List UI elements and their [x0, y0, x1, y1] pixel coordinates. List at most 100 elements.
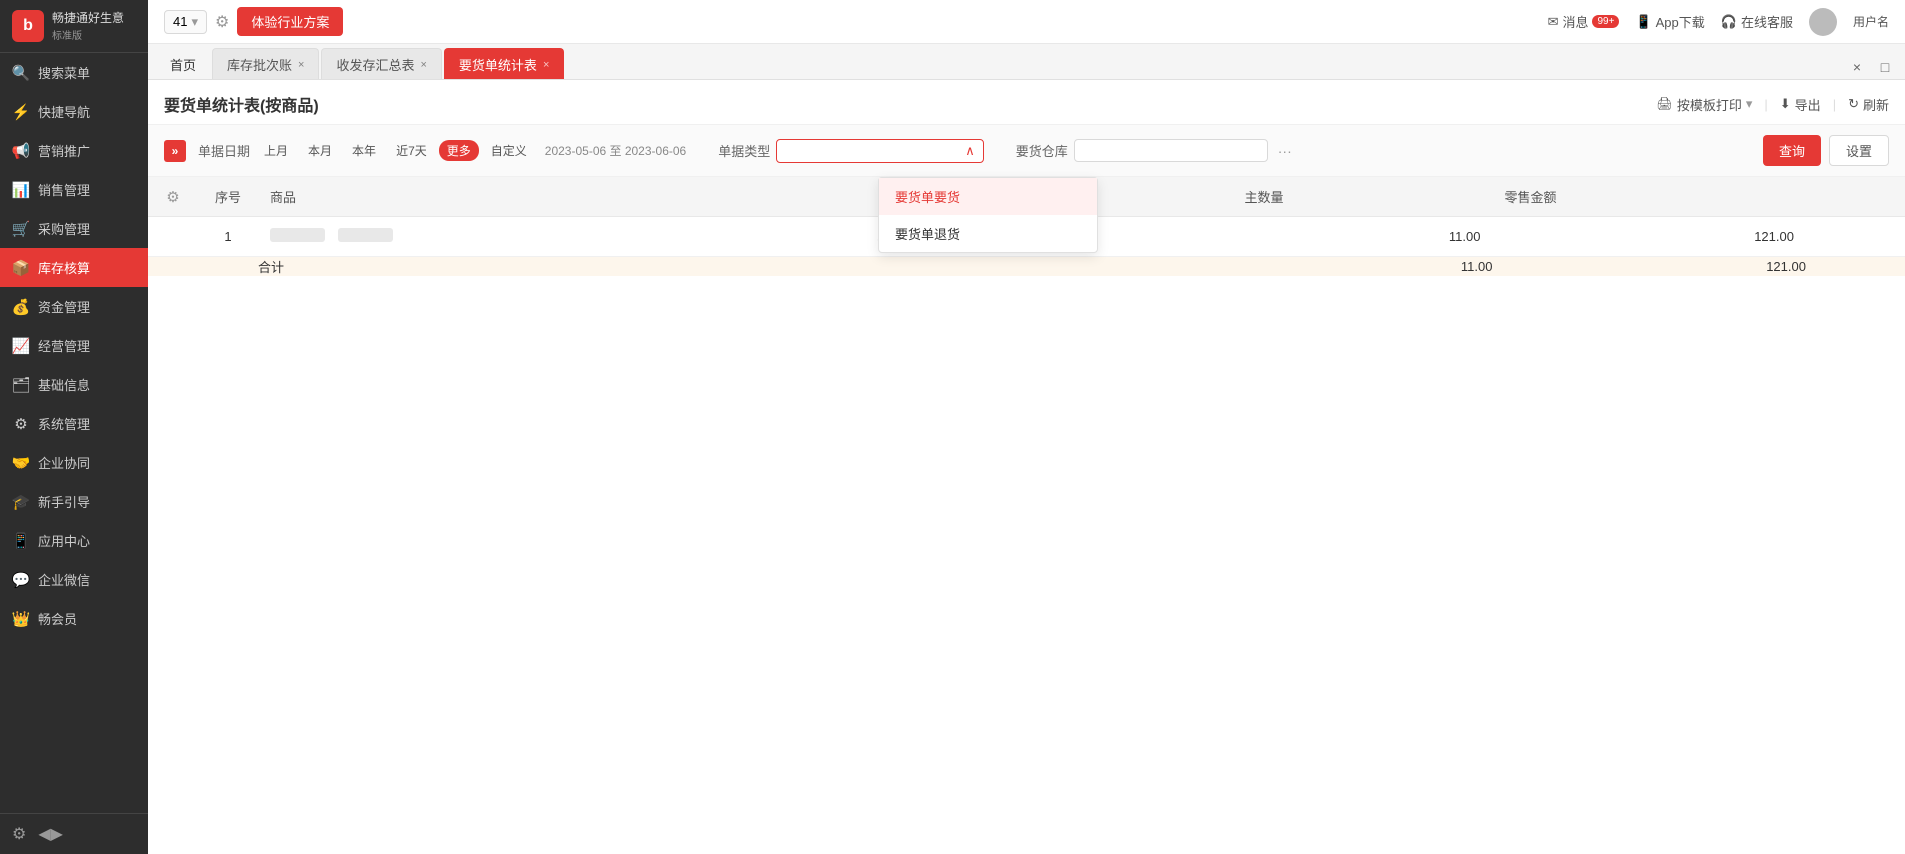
user-avatar[interactable] [1809, 8, 1837, 36]
sidebar-item-label: 经营管理 [38, 336, 90, 355]
sidebar-item-search[interactable]: 🔍 搜索菜单 [0, 53, 148, 92]
filter-toggle-btn[interactable]: » [164, 140, 186, 162]
tab-close-recv-summary[interactable]: × [420, 59, 426, 71]
content-area: 要货单统计表(按商品) 🖨 按模板打印 ▾ | ⬇ 导出 | ↻ 刷新 [148, 80, 1905, 854]
tab-label: 收发存汇总表 [336, 55, 414, 74]
refresh-btn[interactable]: ↻ 刷新 [1848, 95, 1889, 114]
col-qty: 主数量 [1233, 177, 1493, 217]
sidebar-item-purchase[interactable]: 🛒 采购管理 [0, 209, 148, 248]
print-btn[interactable]: 🖨 按模板打印 ▾ [1656, 95, 1752, 114]
col-extra [1806, 177, 1905, 217]
sidebar-item-label: 应用中心 [38, 531, 90, 550]
type-caret-icon[interactable]: ∧ [965, 143, 975, 159]
warehouse-input-field[interactable] [1083, 143, 1259, 158]
sidebar-item-label: 企业微信 [38, 570, 90, 589]
sidebar-item-vip[interactable]: 👑 畅会员 [0, 599, 148, 638]
sidebar-logo: b 畅捷通好生意 标准版 [0, 0, 148, 53]
row-product-cell [258, 217, 865, 257]
footer-label: 合计 [258, 257, 865, 277]
btn-custom-date[interactable]: 自定义 [483, 139, 535, 162]
sidebar-item-wechat[interactable]: 💬 企业微信 [0, 560, 148, 599]
refresh-icon: ↻ [1848, 96, 1859, 112]
print-caret-icon: ▾ [1746, 96, 1753, 112]
search-icon: 🔍 [12, 64, 30, 82]
trial-btn[interactable]: 体验行业方案 [237, 7, 343, 36]
main-area: 41 ▾ ⚙ 体验行业方案 ✉ 消息 99+ 📱 App下载 🎧 在线客服 用户… [148, 0, 1905, 854]
btn-this-month[interactable]: 本月 [300, 139, 340, 162]
settings-btn[interactable]: 设置 [1829, 135, 1889, 166]
sidebar-item-quick-nav[interactable]: ⚡ 快捷导航 [0, 92, 148, 131]
sales-icon: 📊 [12, 181, 30, 199]
query-btn[interactable]: 查询 [1763, 135, 1821, 166]
message-badge: 99+ [1592, 15, 1619, 28]
tab-close-order-summary[interactable]: × [543, 59, 549, 71]
row-num-cell: 1 [198, 217, 258, 257]
warehouse-filter-input[interactable] [1074, 139, 1268, 162]
filter-type-group: 单据类型 ∧ [718, 139, 984, 163]
close-all-tabs-btn[interactable]: × [1845, 55, 1869, 79]
col-num: 序号 [198, 177, 258, 217]
sidebar-item-label: 库存核算 [38, 258, 90, 277]
sidebar-item-sales[interactable]: 📊 销售管理 [0, 170, 148, 209]
sidebar-item-inventory[interactable]: 📦 库存核算 [0, 248, 148, 287]
sidebar-item-basic[interactable]: 🗂 基础信息 [0, 365, 148, 404]
purchase-icon: 🛒 [12, 220, 30, 238]
sidebar-item-finance[interactable]: 💰 资金管理 [0, 287, 148, 326]
col-settings[interactable]: ⚙ [148, 177, 198, 217]
footer-amount: 121.00 [1492, 257, 1806, 277]
btn-last-7days[interactable]: 近7天 [388, 139, 435, 162]
page-actions: 🖨 按模板打印 ▾ | ⬇ 导出 | ↻ 刷新 [1656, 95, 1889, 114]
dropdown-item-order-return[interactable]: 要货单退货 [879, 215, 1097, 252]
tab-actions: × □ [1845, 55, 1897, 79]
restore-tabs-btn[interactable]: □ [1873, 55, 1897, 79]
app-logo-icon: b [12, 10, 44, 42]
btn-more-dates[interactable]: 更多 [439, 140, 479, 161]
app-sub: 标准版 [52, 27, 124, 42]
date-btns: 上月 本月 本年 近7天 更多 自定义 [256, 139, 535, 162]
tab-label: 要货单统计表 [459, 55, 537, 74]
sidebar-item-operations[interactable]: 📈 经营管理 [0, 326, 148, 365]
tab-recv-summary[interactable]: 收发存汇总表 × [321, 48, 441, 79]
settings-gear-icon[interactable]: ⚙ [215, 12, 229, 32]
app-download-btn[interactable]: 📱 App下载 [1635, 12, 1704, 31]
table-settings-icon[interactable]: ⚙ [166, 189, 179, 206]
settings-bottom-icon[interactable]: ⚙ [12, 824, 26, 844]
marketing-icon: 📢 [12, 142, 30, 160]
sidebar-item-app-center[interactable]: 📱 应用中心 [0, 521, 148, 560]
filter-more-btn[interactable]: ··· [1278, 143, 1292, 159]
divider2: | [1833, 97, 1836, 112]
dropdown-item-order-goods[interactable]: 要货单要货 [879, 178, 1097, 215]
collapse-icon[interactable]: ◀▶ [38, 824, 63, 844]
app-name: 畅捷通好生意 [52, 10, 124, 27]
finance-icon: 💰 [12, 298, 30, 316]
sidebar-item-guide[interactable]: 🎓 新手引导 [0, 482, 148, 521]
online-service-btn[interactable]: 🎧 在线客服 [1721, 12, 1793, 31]
type-input-field[interactable] [785, 143, 961, 158]
tab-order-summary[interactable]: 要货单统计表 × [444, 48, 564, 79]
sidebar: b 畅捷通好生意 标准版 🔍 搜索菜单 ⚡ 快捷导航 📢 营销推广 📊 销售管理… [0, 0, 148, 854]
sidebar-item-marketing[interactable]: 📢 营销推广 [0, 131, 148, 170]
sidebar-item-system[interactable]: ⚙ 系统管理 [0, 404, 148, 443]
type-dropdown: 要货单要货 要货单退货 [878, 177, 1098, 253]
tabs-bar: 首页 库存批次账 × 收发存汇总表 × 要货单统计表 × × □ [148, 44, 1905, 80]
sidebar-item-label: 资金管理 [38, 297, 90, 316]
message-btn[interactable]: ✉ 消息 99+ [1548, 12, 1620, 31]
filter-warehouse-group: 要货仓库 ··· [1016, 139, 1292, 162]
tab-inventory-batch[interactable]: 库存批次账 × [212, 48, 319, 79]
type-filter-input[interactable]: ∧ [776, 139, 984, 163]
headset-icon: 🎧 [1721, 14, 1737, 30]
sidebar-item-label: 快捷导航 [38, 102, 90, 121]
footer-empty-1 [148, 257, 198, 277]
chevron-down-icon: ▾ [191, 14, 198, 30]
sidebar-item-enterprise[interactable]: 🤝 企业协同 [0, 443, 148, 482]
company-selector[interactable]: 41 ▾ [164, 10, 207, 34]
tab-home[interactable]: 首页 [156, 49, 210, 79]
tab-close-inventory-batch[interactable]: × [298, 59, 304, 71]
sidebar-item-label: 畅会员 [38, 609, 77, 628]
enterprise-icon: 🤝 [12, 454, 30, 472]
quick-nav-icon: ⚡ [12, 103, 30, 121]
inventory-icon: 📦 [12, 259, 30, 277]
export-btn[interactable]: ⬇ 导出 [1780, 95, 1821, 114]
btn-last-month[interactable]: 上月 [256, 139, 296, 162]
btn-this-year[interactable]: 本年 [344, 139, 384, 162]
